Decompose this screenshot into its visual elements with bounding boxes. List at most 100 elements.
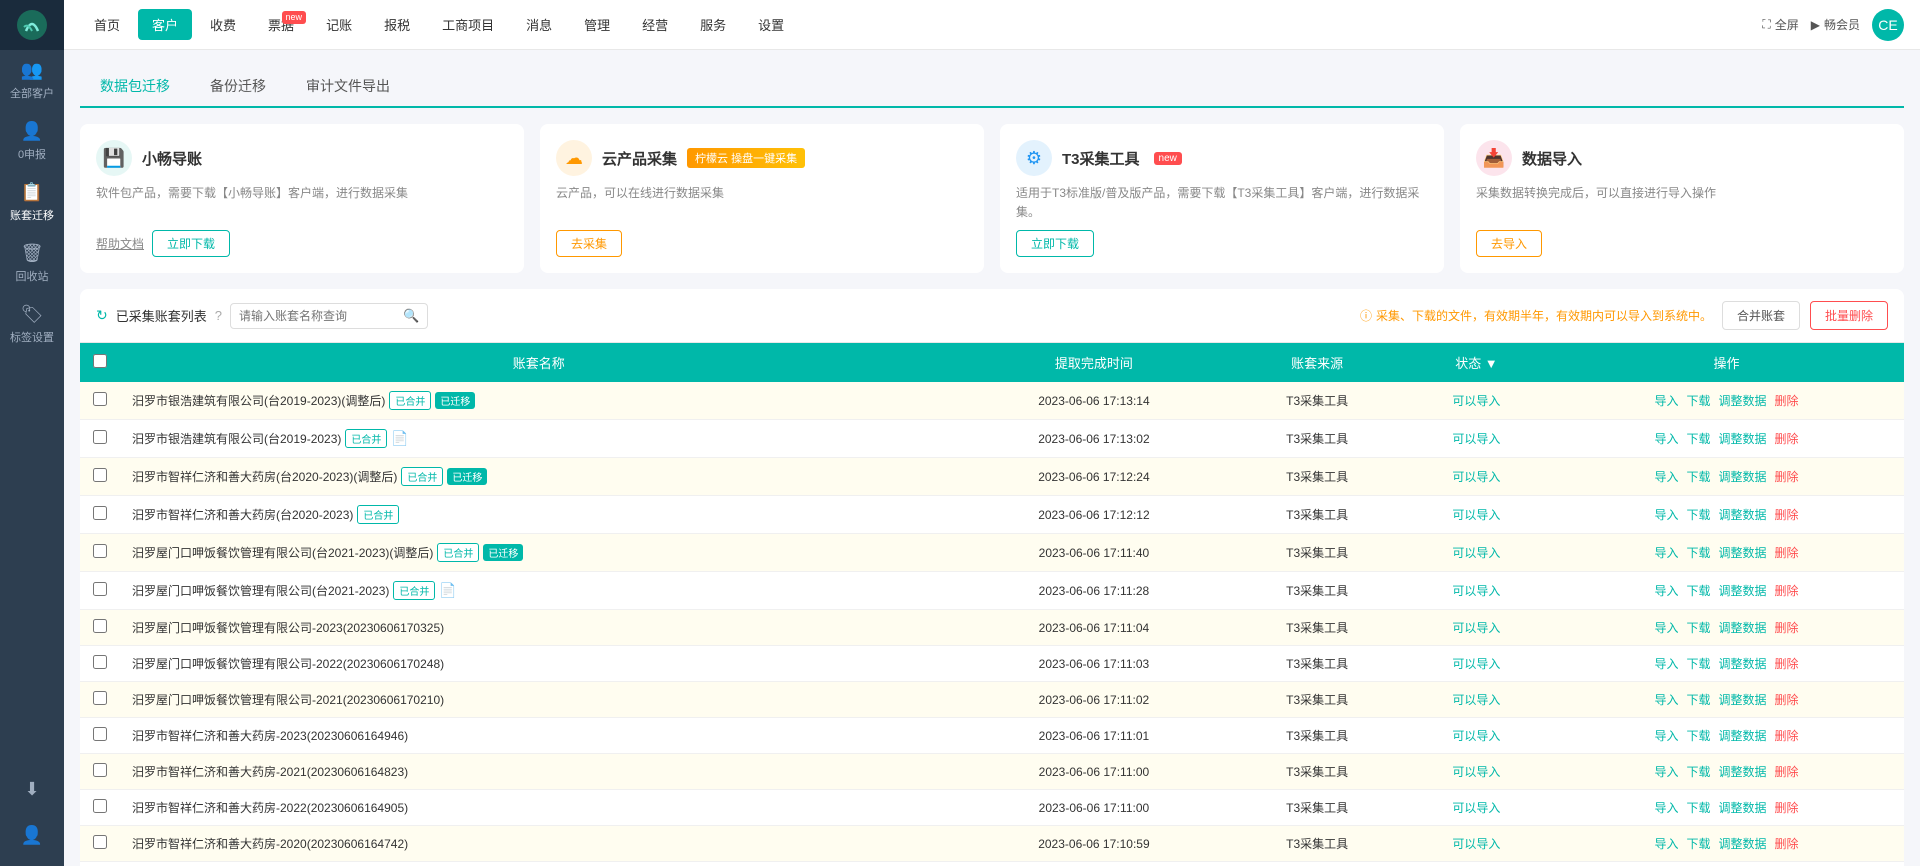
action-导入[interactable]: 导入 — [1654, 546, 1678, 560]
action-下载[interactable]: 下载 — [1686, 657, 1710, 671]
action-导入[interactable]: 导入 — [1654, 801, 1678, 815]
action-删除[interactable]: 删除 — [1775, 657, 1799, 671]
sidebar-item-all-clients[interactable]: 👥 全部客户 — [0, 50, 64, 111]
action-调整数据[interactable]: 调整数据 — [1719, 470, 1767, 484]
row-checkbox-4[interactable] — [93, 544, 107, 558]
merge-btn[interactable]: 合并账套 — [1722, 301, 1800, 330]
avatar[interactable]: CE — [1872, 9, 1904, 41]
action-导入[interactable]: 导入 — [1654, 584, 1678, 598]
tab-audit-export[interactable]: 审计文件导出 — [286, 66, 410, 108]
action-调整数据[interactable]: 调整数据 — [1719, 837, 1767, 851]
tab-backup-migrate[interactable]: 备份迁移 — [190, 66, 286, 108]
nav-invoice[interactable]: 票据 new — [254, 9, 308, 40]
nav-manage[interactable]: 管理 — [570, 9, 624, 40]
action-调整数据[interactable]: 调整数据 — [1719, 765, 1767, 779]
action-导入[interactable]: 导入 — [1654, 729, 1678, 743]
action-删除[interactable]: 删除 — [1775, 584, 1799, 598]
sidebar-item-download[interactable]: ⬇ — [0, 769, 64, 810]
action-导入[interactable]: 导入 — [1654, 693, 1678, 707]
nav-account[interactable]: 记账 — [312, 9, 366, 40]
action-下载[interactable]: 下载 — [1686, 432, 1710, 446]
sidebar-item-tag-settings[interactable]: 🏷 标签设置 — [0, 294, 64, 355]
action-下载[interactable]: 下载 — [1686, 470, 1710, 484]
select-all-checkbox[interactable] — [93, 354, 107, 368]
tab-data-migrate[interactable]: 数据包迁移 — [80, 66, 190, 108]
nav-business[interactable]: 工商项目 — [428, 9, 508, 40]
row-checkbox-5[interactable] — [93, 582, 107, 596]
file-icon[interactable]: 📄 — [439, 582, 456, 599]
action-导入[interactable]: 导入 — [1654, 508, 1678, 522]
action-调整数据[interactable]: 调整数据 — [1719, 546, 1767, 560]
action-调整数据[interactable]: 调整数据 — [1719, 621, 1767, 635]
sidebar-item-recycle[interactable]: 🗑 回收站 — [0, 233, 64, 294]
action-导入[interactable]: 导入 — [1654, 621, 1678, 635]
action-调整数据[interactable]: 调整数据 — [1719, 394, 1767, 408]
nav-home[interactable]: 首页 — [80, 9, 134, 40]
card-download-btn-3[interactable]: 立即下载 — [1016, 230, 1094, 257]
action-下载[interactable]: 下载 — [1686, 801, 1710, 815]
action-导入[interactable]: 导入 — [1654, 394, 1678, 408]
batch-delete-btn[interactable]: 批量删除 — [1810, 301, 1888, 330]
action-下载[interactable]: 下载 — [1686, 394, 1710, 408]
card-import-btn[interactable]: 去导入 — [1476, 230, 1542, 257]
refresh-icon[interactable]: ↻ — [96, 307, 108, 324]
action-调整数据[interactable]: 调整数据 — [1719, 657, 1767, 671]
file-icon[interactable]: 📄 — [391, 430, 408, 447]
action-调整数据[interactable]: 调整数据 — [1719, 508, 1767, 522]
action-下载[interactable]: 下载 — [1686, 546, 1710, 560]
action-下载[interactable]: 下载 — [1686, 584, 1710, 598]
action-调整数据[interactable]: 调整数据 — [1719, 693, 1767, 707]
action-调整数据[interactable]: 调整数据 — [1719, 801, 1767, 815]
action-删除[interactable]: 删除 — [1775, 693, 1799, 707]
action-删除[interactable]: 删除 — [1775, 837, 1799, 851]
action-下载[interactable]: 下载 — [1686, 729, 1710, 743]
nav-settings[interactable]: 设置 — [744, 9, 798, 40]
action-导入[interactable]: 导入 — [1654, 765, 1678, 779]
row-checkbox-7[interactable] — [93, 655, 107, 669]
nav-message[interactable]: 消息 — [512, 9, 566, 40]
nav-tax[interactable]: 报税 — [370, 9, 424, 40]
action-下载[interactable]: 下载 — [1686, 508, 1710, 522]
sidebar-item-account-migrate[interactable]: 📋 账套迁移 — [0, 172, 64, 233]
row-checkbox-3[interactable] — [93, 506, 107, 520]
vip-btn[interactable]: ▶ 畅会员 — [1811, 16, 1860, 33]
action-下载[interactable]: 下载 — [1686, 837, 1710, 851]
card-collect-btn[interactable]: 去采集 — [556, 230, 622, 257]
action-删除[interactable]: 删除 — [1775, 546, 1799, 560]
nav-operation[interactable]: 经营 — [628, 9, 682, 40]
action-调整数据[interactable]: 调整数据 — [1719, 584, 1767, 598]
action-下载[interactable]: 下载 — [1686, 621, 1710, 635]
search-icon[interactable]: 🔍 — [403, 308, 419, 324]
row-checkbox-1[interactable] — [93, 430, 107, 444]
row-checkbox-2[interactable] — [93, 468, 107, 482]
nav-client[interactable]: 客户 — [138, 9, 192, 40]
action-导入[interactable]: 导入 — [1654, 657, 1678, 671]
search-input[interactable] — [239, 309, 399, 323]
card-download-btn-1[interactable]: 立即下载 — [152, 230, 230, 257]
action-删除[interactable]: 删除 — [1775, 508, 1799, 522]
row-checkbox-0[interactable] — [93, 392, 107, 406]
action-导入[interactable]: 导入 — [1654, 432, 1678, 446]
row-checkbox-9[interactable] — [93, 727, 107, 741]
action-删除[interactable]: 删除 — [1775, 801, 1799, 815]
action-导入[interactable]: 导入 — [1654, 837, 1678, 851]
sidebar-item-user[interactable]: 👤 — [0, 815, 64, 856]
card-link-1[interactable]: 帮助文档 — [96, 235, 144, 252]
action-导入[interactable]: 导入 — [1654, 470, 1678, 484]
action-下载[interactable]: 下载 — [1686, 693, 1710, 707]
row-checkbox-8[interactable] — [93, 691, 107, 705]
fullscreen-btn[interactable]: ⛶ 全屏 — [1762, 16, 1798, 33]
action-删除[interactable]: 删除 — [1775, 621, 1799, 635]
action-删除[interactable]: 删除 — [1775, 729, 1799, 743]
row-checkbox-6[interactable] — [93, 619, 107, 633]
action-删除[interactable]: 删除 — [1775, 394, 1799, 408]
action-调整数据[interactable]: 调整数据 — [1719, 729, 1767, 743]
row-checkbox-12[interactable] — [93, 835, 107, 849]
action-调整数据[interactable]: 调整数据 — [1719, 432, 1767, 446]
action-删除[interactable]: 删除 — [1775, 470, 1799, 484]
sidebar-item-zero-report[interactable]: 👤 0申报 — [0, 111, 64, 172]
action-删除[interactable]: 删除 — [1775, 765, 1799, 779]
action-下载[interactable]: 下载 — [1686, 765, 1710, 779]
nav-service[interactable]: 服务 — [686, 9, 740, 40]
nav-billing[interactable]: 收费 — [196, 9, 250, 40]
